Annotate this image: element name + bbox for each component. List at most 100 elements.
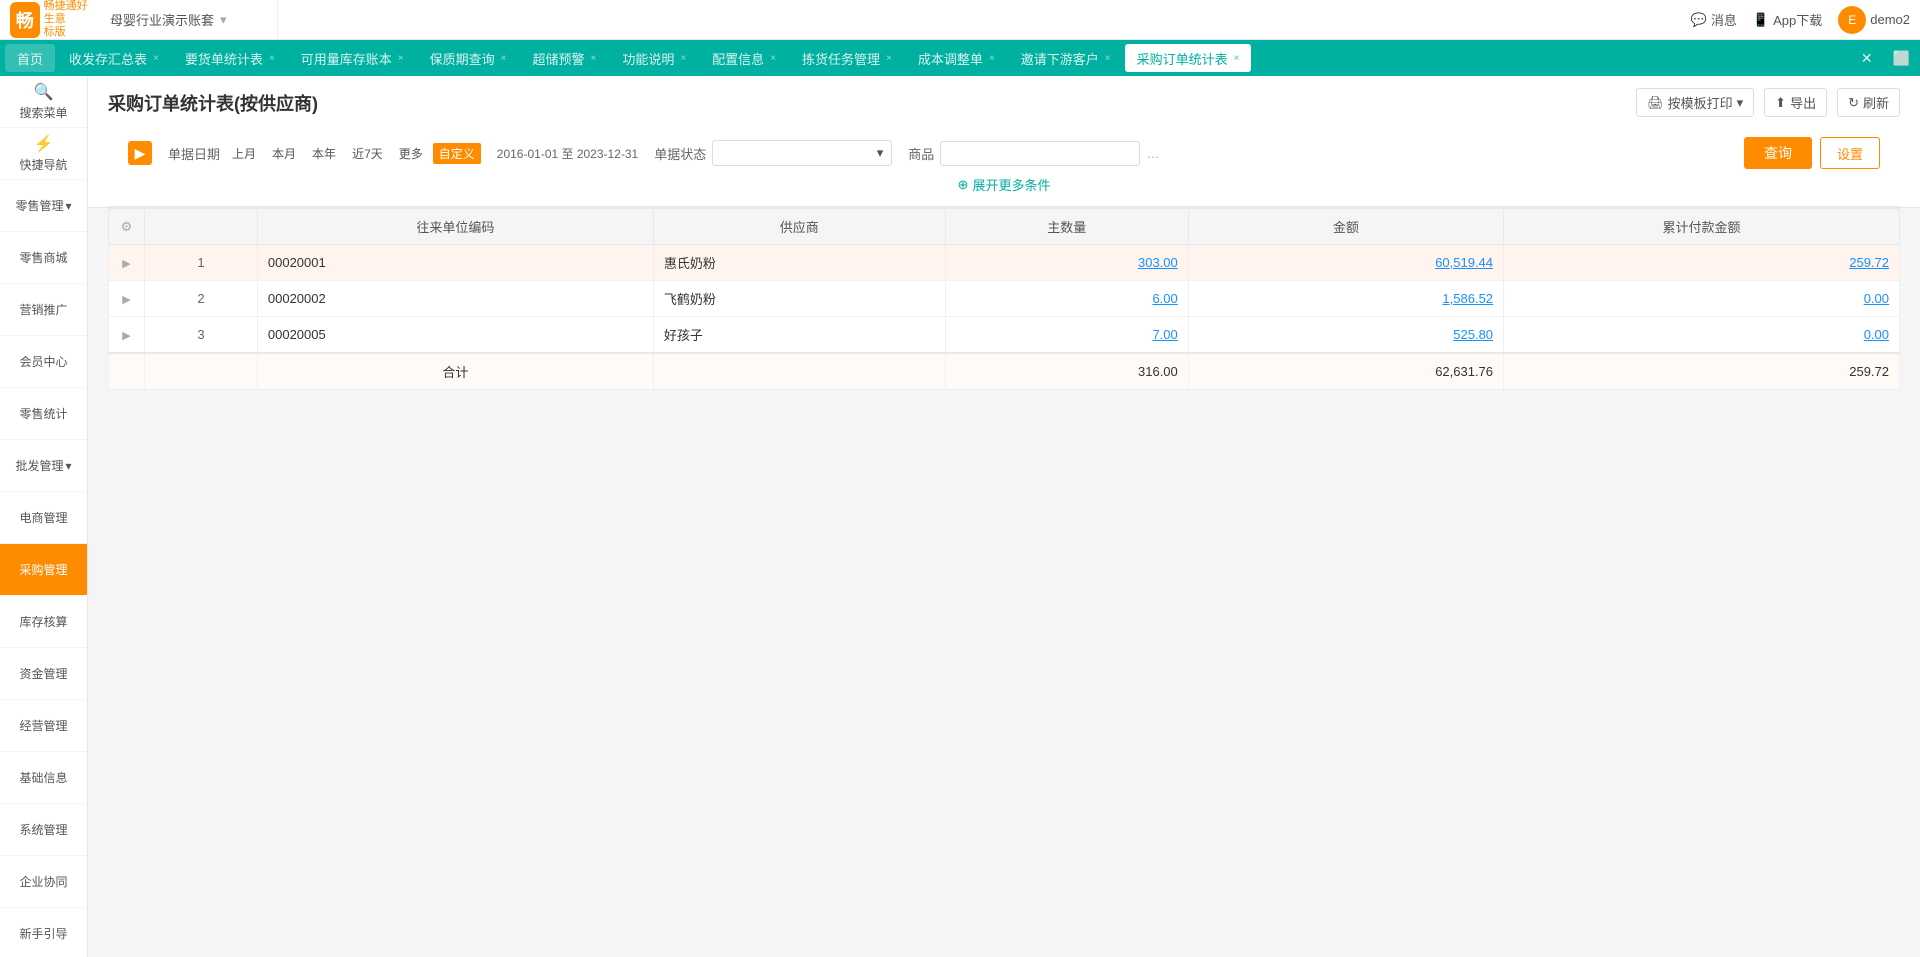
tab-order-stat[interactable]: 要货单统计表 × [173, 44, 287, 72]
tab-home[interactable]: 首页 [5, 44, 55, 72]
sidebar-item-ecommerce-label: 电商管理 [19, 509, 67, 526]
tab-order-stat-close[interactable]: × [269, 53, 275, 64]
tab-available-stock[interactable]: 可用量库存账本 × [289, 44, 416, 72]
refresh-label: 刷新 [1863, 93, 1889, 112]
tab-maximize-btn[interactable]: ⬜ [1887, 48, 1916, 69]
row-expand-icon[interactable]: ▶ [109, 281, 145, 317]
sidebar-item-member-center[interactable]: 会员中心 [0, 336, 87, 388]
tab-pick-task[interactable]: 拣货任务管理 × [790, 44, 904, 72]
sidebar-item-retail-shop[interactable]: 零售商城 [0, 232, 87, 284]
refresh-button[interactable]: ↻ 刷新 [1837, 88, 1900, 117]
logo-icon-text: 畅 [16, 7, 34, 33]
tab-available-stock-close[interactable]: × [398, 53, 404, 64]
tab-purchase-stat[interactable]: 采购订单统计表 × [1125, 44, 1252, 72]
tab-overstock-close[interactable]: × [590, 53, 596, 64]
tab-receive[interactable]: 收发存汇总表 × [57, 44, 171, 72]
sidebar-item-enterprise-collab[interactable]: 企业协同 [0, 856, 87, 908]
tab-invite-downstream-close[interactable]: × [1105, 53, 1111, 64]
sidebar-item-purchase-mgmt[interactable]: 采购管理 [0, 544, 87, 596]
sidebar-item-inventory-label: 库存核算 [19, 613, 67, 630]
printer-icon: 🖨 [1647, 95, 1664, 111]
date-custom-badge[interactable]: 自定义 [433, 143, 481, 164]
table-header-row: ⚙ 往来单位编码 供应商 主数量 [109, 209, 1900, 245]
tab-cost-adjust-close[interactable]: × [989, 53, 995, 64]
tab-config-info[interactable]: 配置信息 × [700, 44, 788, 72]
tab-expiry-close[interactable]: × [501, 53, 507, 64]
expand-filter-label: 展开更多条件 [972, 175, 1050, 194]
expand-icon: ⊕ [958, 177, 969, 193]
tab-available-stock-label: 可用量库存账本 [301, 49, 392, 68]
tab-receive-close[interactable]: × [153, 53, 159, 64]
retail-mgmt-with-arrow: 零售管理 ▾ [15, 197, 71, 214]
tab-function-desc[interactable]: 功能说明 × [610, 44, 698, 72]
tab-config-info-close[interactable]: × [770, 53, 776, 64]
query-button[interactable]: 查询 [1744, 137, 1812, 169]
tab-expiry[interactable]: 保质期查询 × [418, 44, 519, 72]
sidebar-item-new-guide[interactable]: 新手引导 [0, 908, 87, 957]
filter-expand-row: ⊕ 展开更多条件 [128, 169, 1880, 196]
sidebar-item-quick-nav[interactable]: ⚡ 快捷导航 [0, 128, 87, 180]
expand-filter-btn[interactable]: ⊕ 展开更多条件 [958, 175, 1051, 194]
sidebar-item-retail-mgmt[interactable]: 零售管理 ▾ [0, 180, 87, 232]
row-paid[interactable]: 0.00 [1504, 317, 1900, 354]
th-qty: 主数量 [945, 209, 1188, 245]
row-expand-icon[interactable]: ▶ [109, 317, 145, 354]
tab-invite-downstream[interactable]: 邀请下游客户 × [1009, 44, 1123, 72]
settings-gear-icon[interactable]: ⚙ [121, 219, 133, 234]
sidebar-item-inventory[interactable]: 库存核算 [0, 596, 87, 648]
sidebar-item-retail-mgmt-label: 零售管理 [15, 197, 63, 214]
filter-toggle-btn[interactable]: ▶ [128, 141, 152, 165]
message-icon: 💬 [1691, 12, 1707, 28]
user-area[interactable]: E demo2 [1838, 6, 1910, 34]
tab-close-btn[interactable]: ✕ [1855, 48, 1879, 69]
sidebar-item-basic-info[interactable]: 基础信息 [0, 752, 87, 804]
sidebar-item-retail-stats[interactable]: 零售统计 [0, 388, 87, 440]
sidebar-item-system-label: 系统管理 [19, 821, 67, 838]
tab-purchase-stat-close[interactable]: × [1234, 53, 1240, 64]
row-amount[interactable]: 525.80 [1188, 317, 1503, 354]
sidebar-item-basic-info-label: 基础信息 [19, 769, 67, 786]
sidebar-item-retail-stats-label: 零售统计 [19, 405, 67, 422]
sidebar-item-wholesale-mgmt[interactable]: 批发管理 ▾ [0, 440, 87, 492]
row-qty[interactable]: 6.00 [945, 281, 1188, 317]
row-amount[interactable]: 60,519.44 [1188, 245, 1503, 281]
row-supplier: 好孩子 [653, 317, 945, 354]
date-shortcut-7-days[interactable]: 近7天 [346, 143, 389, 164]
row-amount[interactable]: 1,586.52 [1188, 281, 1503, 317]
export-button[interactable]: ⬆ 导出 [1764, 88, 1827, 117]
goods-more-icon[interactable]: … [1146, 146, 1159, 161]
print-button[interactable]: 🖨 按模板打印 ▾ [1636, 88, 1754, 117]
settings-button[interactable]: 设置 [1820, 137, 1880, 169]
message-label: 消息 [1711, 10, 1737, 29]
app-download-btn[interactable]: 📱 App下载 [1753, 10, 1822, 29]
sidebar-item-quick-nav-label: 快捷导航 [19, 156, 67, 173]
date-shortcut-this-month[interactable]: 本月 [266, 143, 302, 164]
tab-purchase-stat-label: 采购订单统计表 [1137, 49, 1228, 68]
workspace-selector[interactable]: 母婴行业演示账套 ▾ [98, 0, 278, 39]
date-shortcut-last-month[interactable]: 上月 [226, 143, 262, 164]
sidebar-item-search[interactable]: 🔍 搜索菜单 [0, 76, 87, 128]
tab-overstock[interactable]: 超储预警 × [520, 44, 608, 72]
sidebar-item-marketing[interactable]: 营销推广 [0, 284, 87, 336]
tab-pick-task-close[interactable]: × [886, 53, 892, 64]
date-shortcut-more[interactable]: 更多 [393, 143, 429, 164]
message-btn[interactable]: 💬 消息 [1691, 10, 1737, 29]
tab-cost-adjust[interactable]: 成本调整单 × [906, 44, 1007, 72]
tab-function-desc-close[interactable]: × [680, 53, 686, 64]
row-qty[interactable]: 7.00 [945, 317, 1188, 354]
date-shortcut-this-year[interactable]: 本年 [306, 143, 342, 164]
row-paid[interactable]: 259.72 [1504, 245, 1900, 281]
user-name: demo2 [1870, 12, 1910, 27]
avatar: E [1838, 6, 1866, 34]
sidebar-item-ecommerce[interactable]: 电商管理 [0, 492, 87, 544]
row-paid[interactable]: 0.00 [1504, 281, 1900, 317]
status-select[interactable]: ▾ [712, 140, 892, 166]
sidebar-item-operations[interactable]: 经营管理 [0, 700, 87, 752]
row-code: 00020002 [257, 281, 653, 317]
goods-input[interactable] [940, 141, 1140, 166]
sidebar-item-purchase-mgmt-label: 采购管理 [19, 561, 67, 578]
row-expand-icon[interactable]: ▶ [109, 245, 145, 281]
row-qty[interactable]: 303.00 [945, 245, 1188, 281]
sidebar-item-system[interactable]: 系统管理 [0, 804, 87, 856]
sidebar-item-capital[interactable]: 资金管理 [0, 648, 87, 700]
